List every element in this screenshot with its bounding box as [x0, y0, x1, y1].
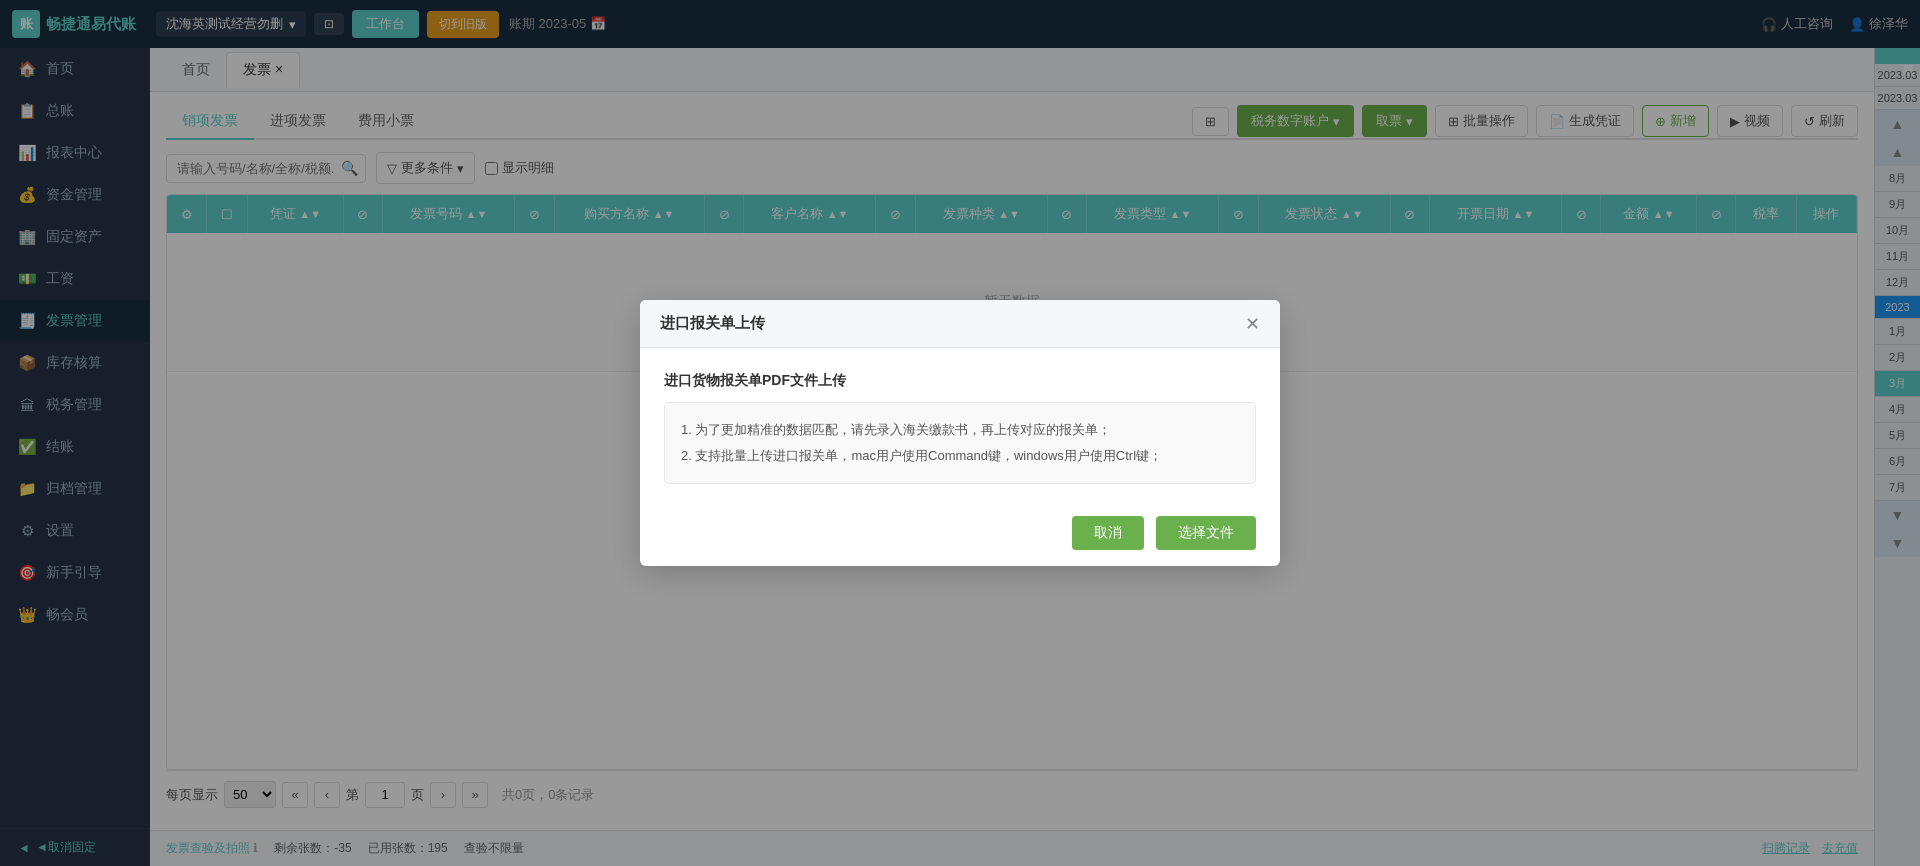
- modal-select-file-btn[interactable]: 选择文件: [1156, 516, 1256, 550]
- modal-footer: 取消 选择文件: [640, 500, 1280, 566]
- modal-info-line2: 2. 支持批量上传进口报关单，mac用户使用Command键，windows用户…: [681, 443, 1239, 469]
- modal-body: 进口货物报关单PDF文件上传 1. 为了更加精准的数据匹配，请先录入海关缴款书，…: [640, 348, 1280, 500]
- modal-close-btn[interactable]: ✕: [1245, 315, 1260, 333]
- modal-title: 进口报关单上传: [660, 314, 765, 333]
- modal-info-box: 1. 为了更加精准的数据匹配，请先录入海关缴款书，再上传对应的报关单； 2. 支…: [664, 402, 1256, 484]
- modal-overlay: 进口报关单上传 ✕ 进口货物报关单PDF文件上传 1. 为了更加精准的数据匹配，…: [0, 0, 1920, 866]
- modal-header: 进口报关单上传 ✕: [640, 300, 1280, 348]
- modal-info-line1: 1. 为了更加精准的数据匹配，请先录入海关缴款书，再上传对应的报关单；: [681, 417, 1239, 443]
- modal-box: 进口报关单上传 ✕ 进口货物报关单PDF文件上传 1. 为了更加精准的数据匹配，…: [640, 300, 1280, 566]
- modal-section-title: 进口货物报关单PDF文件上传: [664, 372, 1256, 390]
- modal-cancel-btn[interactable]: 取消: [1072, 516, 1144, 550]
